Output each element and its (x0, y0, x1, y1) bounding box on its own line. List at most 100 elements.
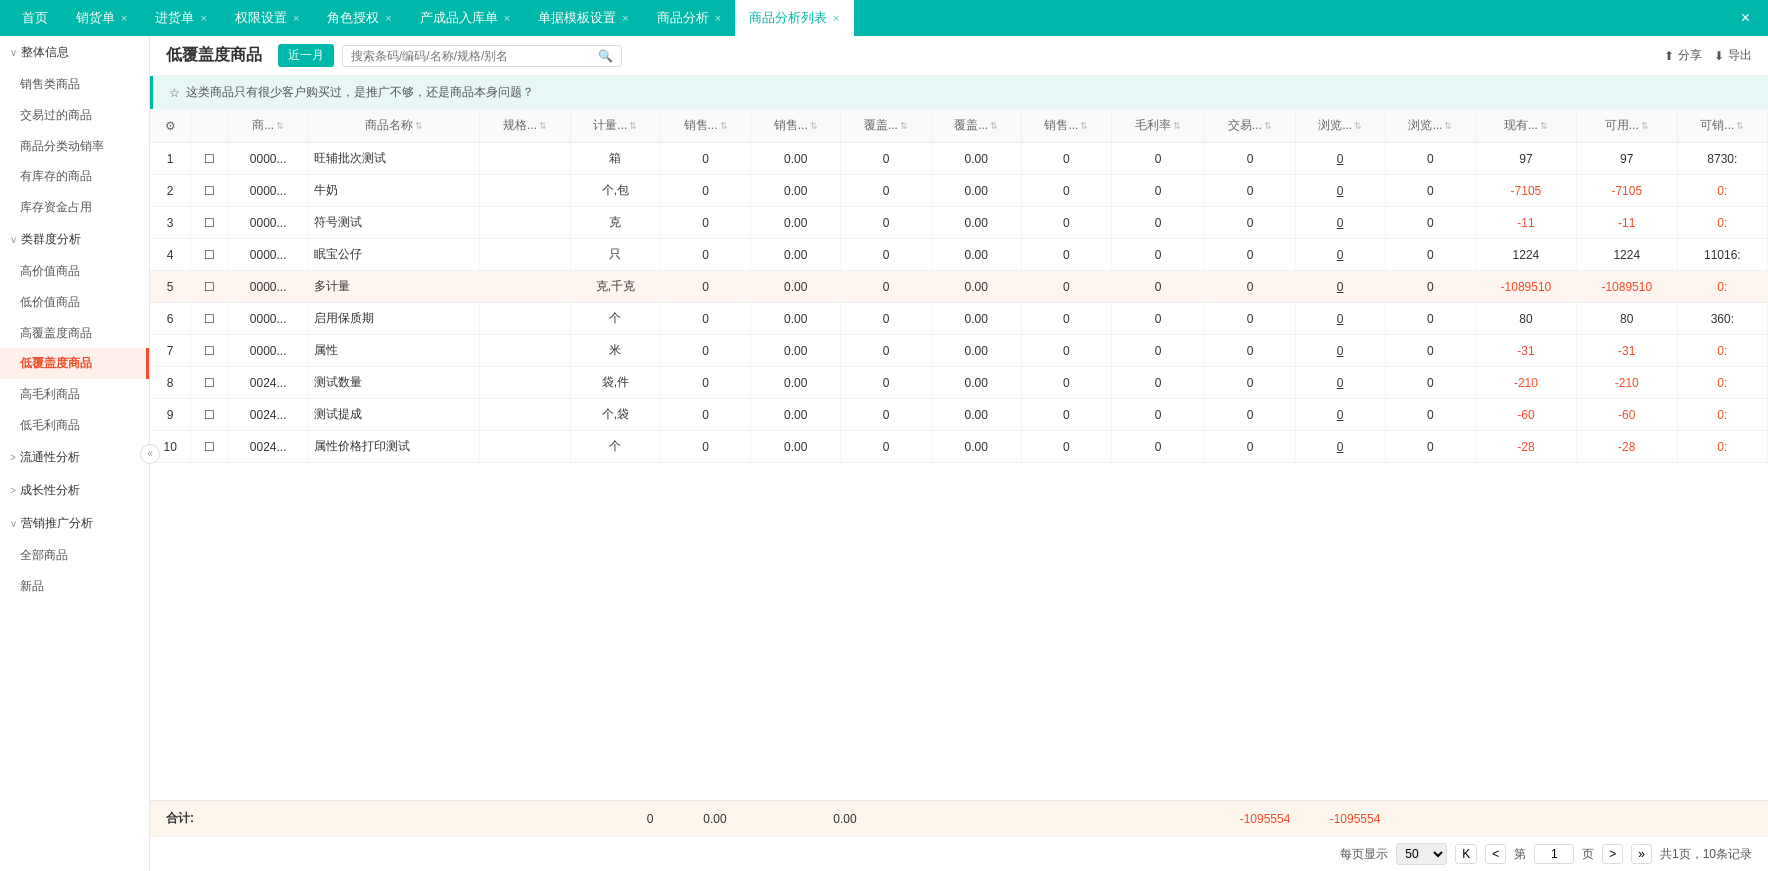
cell-browse1[interactable]: 0 (1295, 399, 1385, 431)
last-page-button[interactable]: » (1631, 844, 1652, 864)
cell-checkbox[interactable]: ☐ (191, 143, 229, 175)
sidebar-section-营销推广分析[interactable]: ∨营销推广分析 (0, 507, 149, 540)
col-header-spec[interactable]: 规格...⇅ (480, 109, 570, 143)
cell-checkbox[interactable]: ☐ (191, 431, 229, 463)
cell-browse1[interactable]: 0 (1295, 335, 1385, 367)
nav-close-icon[interactable]: × (293, 12, 299, 24)
sidebar-collapse-button[interactable]: « (140, 444, 160, 464)
cell-sales2: 0.00 (751, 303, 841, 335)
sidebar-item-低覆盖度商品[interactable]: 低覆盖度商品 (0, 348, 149, 379)
sidebar-item-高价值商品[interactable]: 高价值商品 (0, 256, 149, 287)
col-header-sales1[interactable]: 销售...⇅ (660, 109, 750, 143)
nav-item-单据模板设置[interactable]: 单据模板设置× (524, 0, 642, 36)
search-icon[interactable]: 🔍 (598, 49, 613, 63)
col-header-current[interactable]: 现有...⇅ (1476, 109, 1577, 143)
cell-browse1[interactable]: 0 (1295, 175, 1385, 207)
cell-browse1[interactable]: 0 (1295, 143, 1385, 175)
sidebar-item-库存资金占用[interactable]: 库存资金占用 (0, 192, 149, 223)
col-header-browse1[interactable]: 浏览...⇅ (1295, 109, 1385, 143)
sidebar-item-低价值商品[interactable]: 低价值商品 (0, 287, 149, 318)
nav-close-icon[interactable]: × (622, 12, 628, 24)
col-header-sales2[interactable]: 销售...⇅ (751, 109, 841, 143)
col-header-setting: ⚙ (150, 109, 191, 143)
cell-checkbox[interactable]: ☐ (191, 303, 229, 335)
cell-browse1[interactable]: 0 (1295, 207, 1385, 239)
per-page-select[interactable]: 2050100 (1396, 843, 1447, 865)
col-header-cover1[interactable]: 覆盖...⇅ (841, 109, 931, 143)
sidebar-item-高毛利商品[interactable]: 高毛利商品 (0, 379, 149, 410)
sidebar-section-成长性分析[interactable]: >成长性分析 (0, 474, 149, 507)
nav-close-icon[interactable]: × (200, 12, 206, 24)
cell-name: 测试数量 (308, 367, 480, 399)
cell-browse1[interactable]: 0 (1295, 367, 1385, 399)
cell-checkbox[interactable]: ☐ (191, 175, 229, 207)
nav-item-销货单[interactable]: 销货单× (62, 0, 141, 36)
nav-item-进货单[interactable]: 进货单× (141, 0, 220, 36)
cell-browse1[interactable]: 0 (1295, 239, 1385, 271)
cell-browse1[interactable]: 0 (1295, 303, 1385, 335)
cell-checkbox[interactable]: ☐ (191, 367, 229, 399)
sidebar-item-销售类商品[interactable]: 销售类商品 (0, 69, 149, 100)
col-header-trade[interactable]: 交易...⇅ (1205, 109, 1295, 143)
nav-item-权限设置[interactable]: 权限设置× (221, 0, 313, 36)
col-header-sales3[interactable]: 销售...⇅ (1021, 109, 1111, 143)
cell-browse1[interactable]: 0 (1295, 271, 1385, 303)
sidebar-section-流通性分析[interactable]: >流通性分析 (0, 441, 149, 474)
col-header-cover2[interactable]: 覆盖...⇅ (931, 109, 1021, 143)
close-all-button[interactable]: × (1731, 9, 1760, 27)
nav-close-icon[interactable]: × (715, 12, 721, 24)
nav-item-角色授权[interactable]: 角色授权× (313, 0, 405, 36)
col-header-available[interactable]: 可用...⇅ (1576, 109, 1677, 143)
cell-browse1[interactable]: 0 (1295, 431, 1385, 463)
nav-item-产成品入库单[interactable]: 产成品入库单× (406, 0, 524, 36)
export-button[interactable]: ⬇ 导出 (1714, 47, 1752, 64)
col-header-name[interactable]: 商品名称⇅ (308, 109, 480, 143)
col-header-code[interactable]: 商...⇅ (229, 109, 308, 143)
time-filter-button[interactable]: 近一月 (278, 44, 334, 67)
cell-checkbox[interactable]: ☐ (191, 335, 229, 367)
nav-close-icon[interactable]: × (833, 12, 839, 24)
prev-page-button[interactable]: < (1485, 844, 1506, 864)
cell-sales3: 0 (1021, 271, 1111, 303)
cell-sales2: 0.00 (751, 271, 841, 303)
first-page-button[interactable]: K (1455, 844, 1477, 864)
sidebar-section-类群度分析[interactable]: ∨类群度分析 (0, 223, 149, 256)
total-cell-5 (550, 812, 620, 826)
nav-close-icon[interactable]: × (121, 12, 127, 24)
cell-margin: 0 (1112, 271, 1205, 303)
cell-unit: 个,袋 (570, 399, 660, 431)
col-header-unit[interactable]: 计量...⇅ (570, 109, 660, 143)
col-header-sellable[interactable]: 可销...⇅ (1677, 109, 1767, 143)
cell-sellable: 8730: (1677, 143, 1767, 175)
sidebar-item-高覆盖度商品[interactable]: 高覆盖度商品 (0, 318, 149, 349)
cell-checkbox[interactable]: ☐ (191, 207, 229, 239)
col-header-browse2[interactable]: 浏览...⇅ (1385, 109, 1475, 143)
next-page-button[interactable]: > (1602, 844, 1623, 864)
nav-item-首页[interactable]: 首页 (8, 0, 62, 36)
nav-close-icon[interactable]: × (504, 12, 510, 24)
nav-item-商品分析列表[interactable]: 商品分析列表× (735, 0, 853, 36)
sidebar-section-整体信息[interactable]: ∨整体信息 (0, 36, 149, 69)
total-cell-11 (940, 812, 1010, 826)
nav-close-icon[interactable]: × (385, 12, 391, 24)
sidebar-item-商品分类动销率[interactable]: 商品分类动销率 (0, 131, 149, 162)
nav-item-商品分析[interactable]: 商品分析× (643, 0, 735, 36)
sidebar-item-新品[interactable]: 新品 (0, 571, 149, 602)
current-page-input[interactable]: 1 (1534, 844, 1574, 864)
cell-checkbox[interactable]: ☐ (191, 239, 229, 271)
per-page-label: 每页显示 (1340, 846, 1388, 863)
sidebar-item-低毛利商品[interactable]: 低毛利商品 (0, 410, 149, 441)
sidebar-item-有库存的商品[interactable]: 有库存的商品 (0, 161, 149, 192)
share-button[interactable]: ⬆ 分享 (1664, 47, 1702, 64)
cell-cover2: 0.00 (931, 271, 1021, 303)
top-nav: 首页销货单×进货单×权限设置×角色授权×产成品入库单×单据模板设置×商品分析×商… (0, 0, 1768, 36)
search-input[interactable] (351, 49, 594, 63)
col-header-margin[interactable]: 毛利率⇅ (1112, 109, 1205, 143)
cell-cover1: 0 (841, 207, 931, 239)
sidebar-item-全部商品[interactable]: 全部商品 (0, 540, 149, 571)
cell-checkbox[interactable]: ☐ (191, 271, 229, 303)
cell-sales2: 0.00 (751, 335, 841, 367)
sidebar-item-交易过的商品[interactable]: 交易过的商品 (0, 100, 149, 131)
cell-setting: 8 (150, 367, 191, 399)
cell-checkbox[interactable]: ☐ (191, 399, 229, 431)
